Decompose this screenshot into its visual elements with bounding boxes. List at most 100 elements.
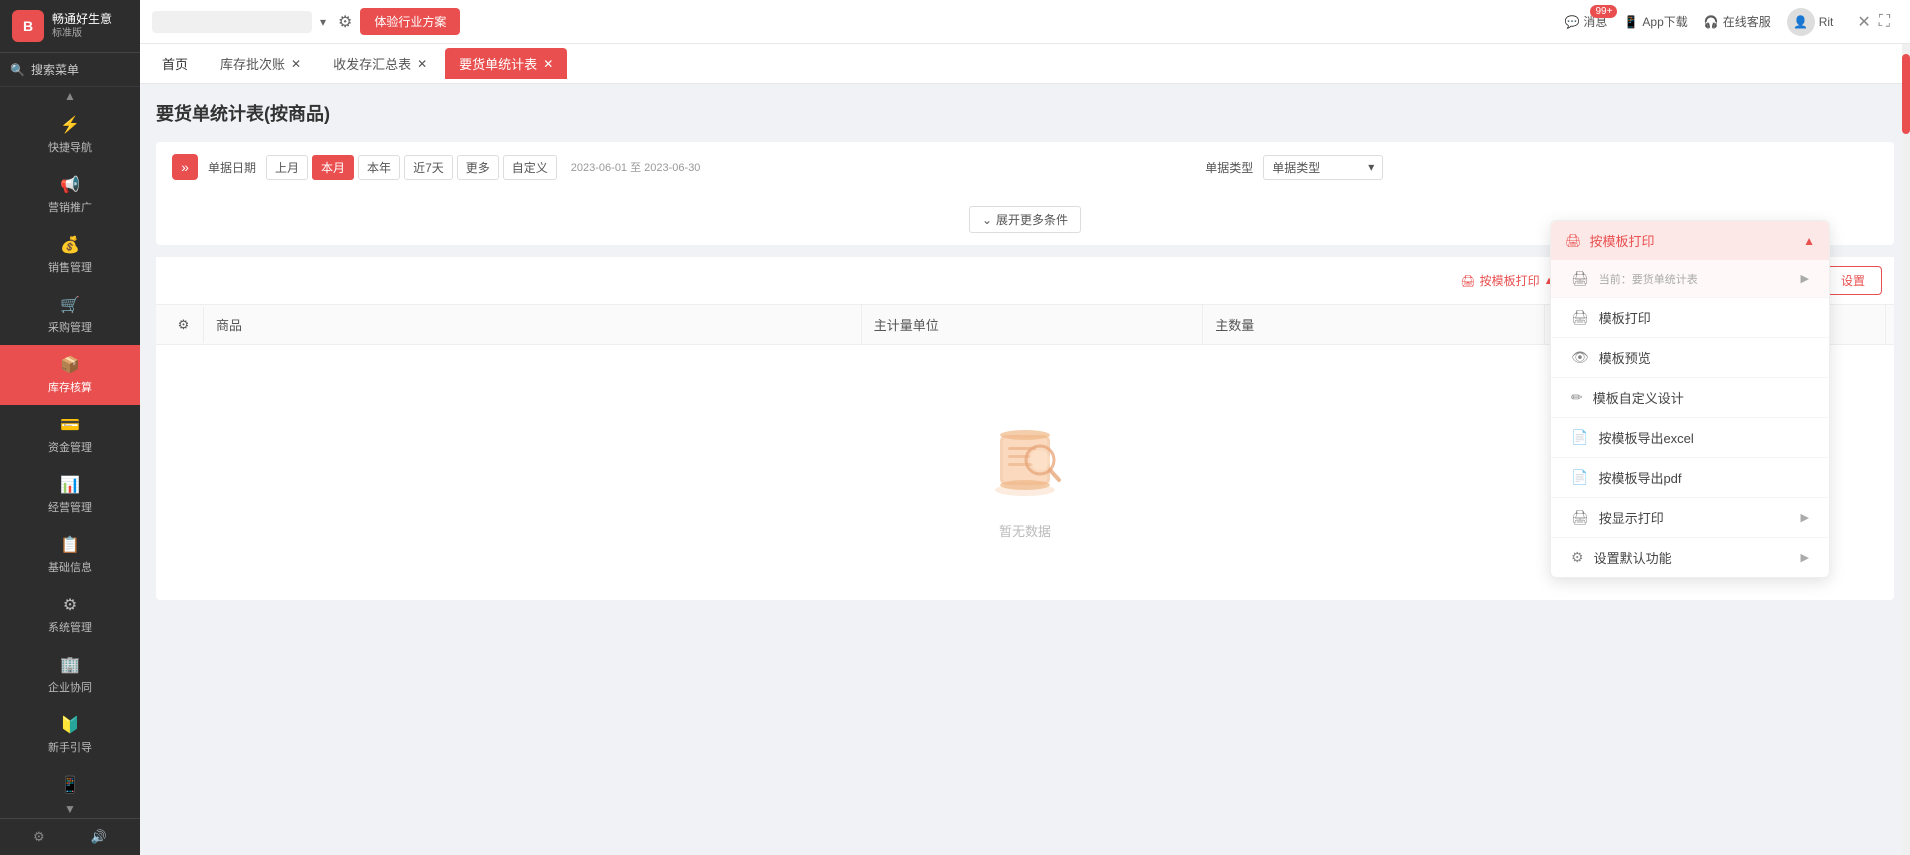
- settings-button[interactable]: 设置: [1824, 266, 1882, 295]
- app-center-icon: 📱: [60, 775, 80, 795]
- item-label: 按模板导出excel: [1598, 428, 1693, 447]
- inventory-icon: 📦: [60, 355, 80, 375]
- print-template-btn[interactable]: 🖨 按模板打印 ▲: [1452, 268, 1562, 293]
- item-label: 设置默认功能: [1594, 548, 1672, 567]
- display-print-icon: 🖨: [1571, 509, 1589, 526]
- print-dropdown: 🖨 按模板打印 ▲ 🖨 当前：要货单统计表 ▶ 🖨 模板打印: [1550, 220, 1830, 578]
- close-window-btn[interactable]: ✕: [1857, 12, 1870, 32]
- logo-icon: B: [12, 10, 44, 42]
- user-avatar[interactable]: 👤 Rit: [1787, 8, 1834, 36]
- print-dropdown-item-template-print[interactable]: 🖨 模板打印: [1551, 298, 1829, 338]
- sidebar-item-label: 营销推广: [48, 199, 92, 215]
- tab-label: 库存批次账: [220, 54, 285, 73]
- item-left: 👁 模板预览: [1571, 348, 1651, 367]
- print-icon: 🖨: [1571, 309, 1589, 326]
- topbar-search-input[interactable]: [152, 11, 312, 33]
- sidebar-item-label: 销售管理: [48, 259, 92, 275]
- sidebar-search[interactable]: 🔍 搜索菜单: [0, 53, 140, 87]
- printer-icon: 🖨: [1460, 274, 1475, 288]
- current-item-left: 🖨 当前：要货单统计表: [1571, 270, 1698, 287]
- date-btn-last-month[interactable]: 上月: [266, 155, 308, 180]
- print-dropdown-item-template-preview[interactable]: 👁 模板预览: [1551, 338, 1829, 378]
- operation-icon: 📊: [60, 475, 80, 495]
- print-dropdown-item-template-custom[interactable]: ✏ 模板自定义设计: [1551, 378, 1829, 418]
- scrollbar-thumb[interactable]: [1902, 54, 1910, 134]
- system-icon: ⚙: [63, 595, 77, 615]
- date-filter-buttons: 上月 本月 本年 近7天 更多 自定义: [266, 155, 557, 180]
- scroll-up-arrow[interactable]: ▲: [58, 87, 82, 105]
- print-dropdown-current[interactable]: 🖨 当前：要货单统计表 ▶: [1551, 260, 1829, 298]
- sidebar-item-guide[interactable]: 🔰 新手引导: [0, 705, 140, 765]
- avatar-icon: 👤: [1793, 15, 1808, 29]
- search-icon: 🔍: [10, 63, 25, 77]
- purchase-icon: 🛒: [60, 295, 80, 315]
- item-label: 模板打印: [1599, 308, 1651, 327]
- tab-close-icon[interactable]: ✕: [291, 57, 301, 71]
- sidebar-item-inventory[interactable]: 📦 库存核算: [0, 345, 140, 405]
- date-btn-more[interactable]: 更多: [457, 155, 499, 180]
- sidebar-bottom: ⚙ 🔊: [0, 818, 140, 855]
- type-filter-select[interactable]: 单据类型 ▾: [1263, 155, 1383, 180]
- right-scrollbar: [1902, 44, 1910, 855]
- date-btn-this-month[interactable]: 本月: [312, 155, 354, 180]
- tabs-bar: 首页 库存批次账 ✕ 收发存汇总表 ✕ 要货单统计表 ✕: [140, 44, 1910, 84]
- topbar-gear-icon[interactable]: ⚙: [338, 12, 352, 32]
- sidebar-item-label: 新手引导: [48, 739, 92, 755]
- print-dropdown-item-export-pdf[interactable]: 📄 按模板导出pdf: [1551, 458, 1829, 498]
- date-btn-this-year[interactable]: 本年: [358, 155, 400, 180]
- item-label: 按模板导出pdf: [1598, 468, 1681, 487]
- date-range-text: 2023-06-01 至 2023-06-30: [571, 159, 701, 175]
- topbar-dropdown-arrow[interactable]: ▾: [320, 15, 326, 29]
- app-download-btn[interactable]: 📱 App下载: [1623, 13, 1687, 30]
- empty-svg: [975, 405, 1075, 505]
- type-filter-label: 单据类型: [1205, 159, 1253, 176]
- settings-icon[interactable]: ⚙: [33, 829, 45, 845]
- item-left: ✏ 模板自定义设计: [1571, 388, 1684, 407]
- basic-icon: 📋: [60, 535, 80, 555]
- tab-inventory-batch[interactable]: 库存批次账 ✕: [206, 48, 315, 79]
- sidebar-item-system[interactable]: ⚙ 系统管理: [0, 585, 140, 645]
- filter-toggle-btn[interactable]: »: [172, 154, 198, 180]
- tab-order-summary[interactable]: 要货单统计表 ✕: [445, 48, 567, 79]
- sidebar: B 畅通好生意 标准版 🔍 搜索菜单 ▲ ⚡ 快捷导航 📢 营销推广 💰 销售管…: [0, 0, 140, 855]
- print-dropdown-item-export-excel[interactable]: 📄 按模板导出excel: [1551, 418, 1829, 458]
- tab-close-icon[interactable]: ✕: [543, 57, 553, 71]
- tab-home[interactable]: 首页: [148, 48, 202, 79]
- sidebar-item-sales[interactable]: 💰 销售管理: [0, 225, 140, 285]
- tab-receipt-summary[interactable]: 收发存汇总表 ✕: [319, 48, 441, 79]
- current-sub-arrow: ▶: [1801, 272, 1809, 285]
- print-dropdown-item-default-func[interactable]: ⚙ 设置默认功能 ▶: [1551, 538, 1829, 577]
- trial-button[interactable]: 体验行业方案: [360, 8, 460, 35]
- enterprise-icon: 🏢: [60, 655, 80, 675]
- online-service-btn[interactable]: 🎧 在线客服: [1704, 13, 1771, 30]
- user-name: Rit: [1819, 15, 1834, 29]
- message-btn[interactable]: 💬 消息 99+: [1564, 13, 1607, 30]
- tab-close-icon[interactable]: ✕: [417, 57, 427, 71]
- settings-col-icon[interactable]: ⚙: [178, 317, 190, 332]
- maximize-window-btn[interactable]: ⛶: [1879, 13, 1890, 31]
- scroll-down-arrow[interactable]: ▼: [58, 800, 82, 818]
- sidebar-item-operation[interactable]: 📊 经营管理: [0, 465, 140, 525]
- speaker-icon[interactable]: 🔊: [91, 829, 107, 845]
- tab-label: 收发存汇总表: [333, 54, 411, 73]
- sidebar-item-quick-nav[interactable]: ⚡ 快捷导航: [0, 105, 140, 165]
- sidebar-item-purchase[interactable]: 🛒 采购管理: [0, 285, 140, 345]
- app-logo: B 畅通好生意 标准版: [0, 0, 140, 53]
- chevron-up-icon: ▲: [1803, 234, 1815, 248]
- app-download-label: App下载: [1642, 13, 1687, 30]
- sidebar-item-marketing[interactable]: 📢 营销推广: [0, 165, 140, 225]
- print-dropdown-header[interactable]: 🖨 按模板打印 ▲: [1551, 221, 1829, 260]
- sidebar-item-enterprise[interactable]: 🏢 企业协同: [0, 645, 140, 705]
- expand-more-btn[interactable]: ⌄ 展开更多条件: [969, 206, 1081, 233]
- chevron-down-icon: ▾: [1368, 160, 1374, 174]
- sidebar-item-app-center[interactable]: 📱 应用中心: [0, 765, 140, 800]
- print-dropdown-item-display-print[interactable]: 🖨 按显示打印 ▶: [1551, 498, 1829, 538]
- sidebar-item-finance[interactable]: 💳 资金管理: [0, 405, 140, 465]
- sidebar-item-label: 资金管理: [48, 439, 92, 455]
- date-btn-last-7-days[interactable]: 近7天: [404, 155, 453, 180]
- item-left: ⚙ 设置默认功能: [1571, 548, 1672, 567]
- date-btn-custom[interactable]: 自定义: [503, 155, 557, 180]
- sidebar-item-basic[interactable]: 📋 基础信息: [0, 525, 140, 585]
- tab-label: 首页: [162, 54, 188, 73]
- item-left: 📄 按模板导出excel: [1571, 428, 1694, 447]
